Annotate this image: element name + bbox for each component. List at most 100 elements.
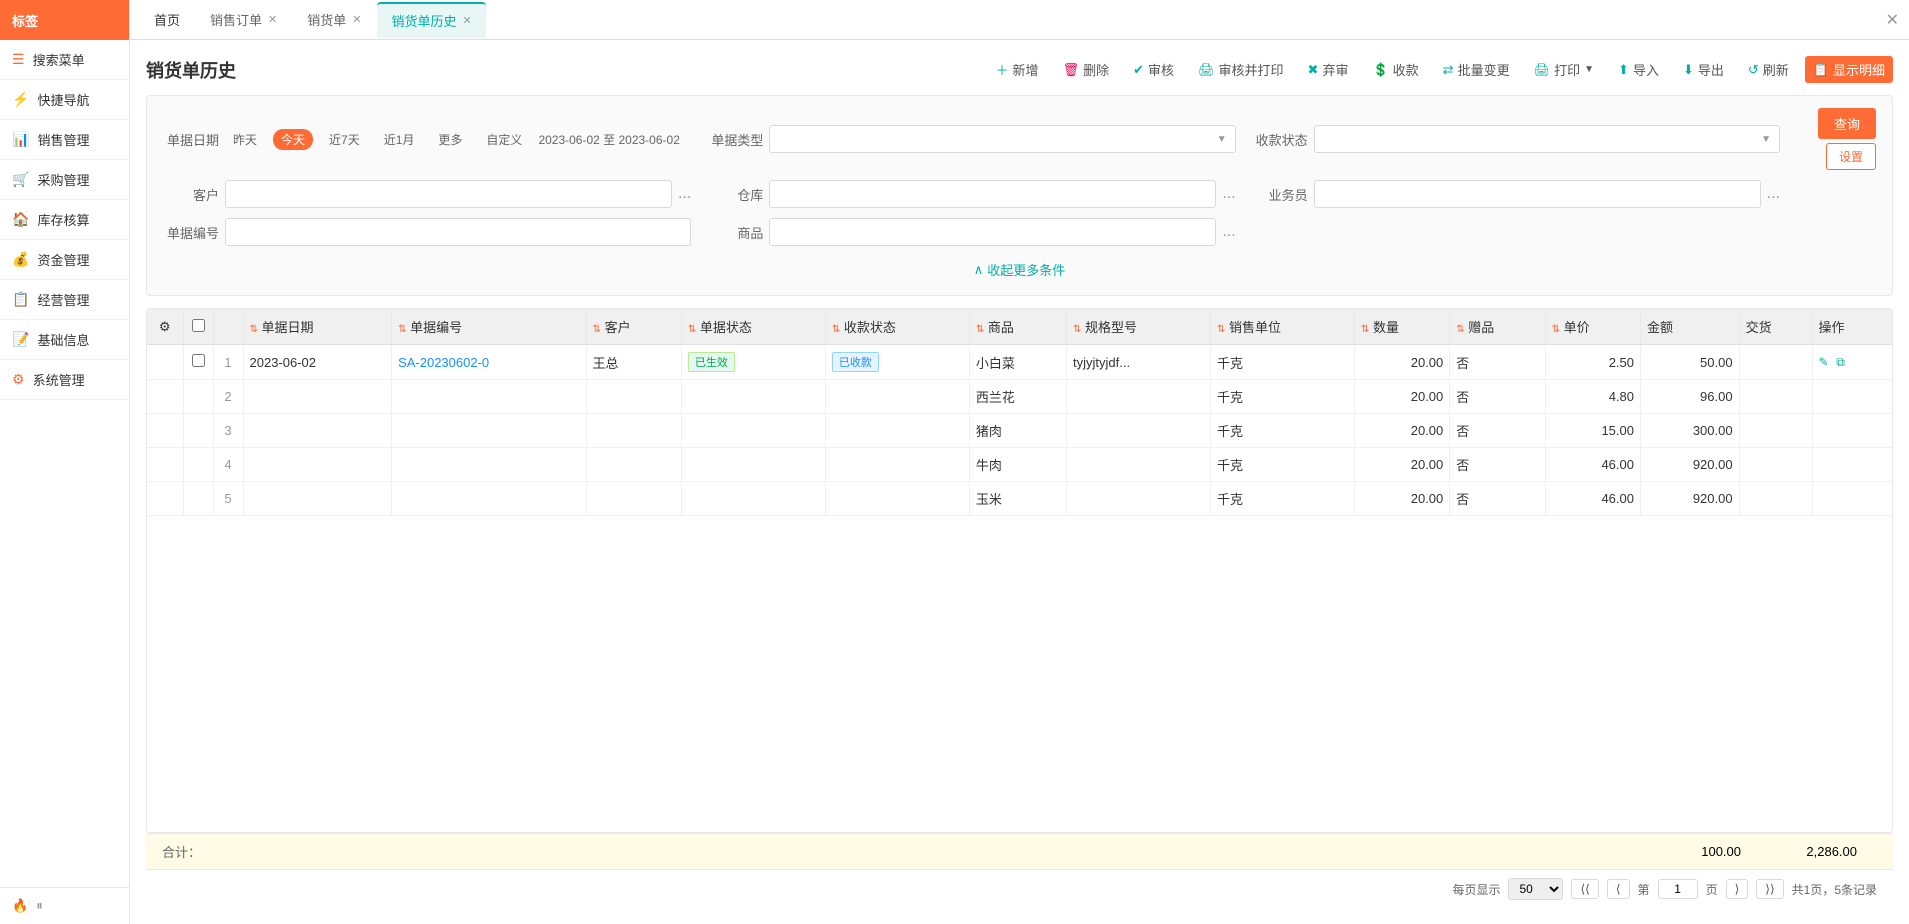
- delete-button[interactable]: 🗑 删除: [1055, 56, 1118, 83]
- cell-settings: [147, 448, 183, 482]
- discard-button[interactable]: ✖ 弃审: [1300, 56, 1357, 83]
- audit-button[interactable]: ✔ 审核: [1125, 56, 1182, 83]
- date-btn-7days[interactable]: 近7天: [321, 129, 368, 150]
- page-number-input[interactable]: [1658, 879, 1698, 899]
- close-all-tabs-button[interactable]: ✕: [1886, 10, 1899, 30]
- goods-dots-button[interactable]: ...: [1222, 224, 1235, 240]
- cell-goods: 小白菜: [969, 345, 1066, 380]
- cell-settings: [147, 380, 183, 414]
- cell-checkbox[interactable]: [183, 414, 213, 448]
- sidebar-item-purchase[interactable]: 🛒 采购管理: [0, 160, 129, 200]
- cell-checkbox[interactable]: [183, 482, 213, 516]
- sidebar-item-quick-nav[interactable]: ⚡ 快捷导航: [0, 80, 129, 120]
- th-doc-no[interactable]: ⇅ 单据编号: [392, 309, 586, 345]
- tab-sales-history-close[interactable]: ✕: [463, 14, 472, 27]
- collapse-filter-button[interactable]: ∧ 收起更多条件: [163, 256, 1876, 283]
- th-collect-status[interactable]: ⇅ 收款状态: [825, 309, 969, 345]
- sidebar-item-capital[interactable]: 💰 资金管理: [0, 240, 129, 280]
- next-page-button[interactable]: ⟩: [1726, 879, 1749, 899]
- row-checkbox[interactable]: [192, 354, 205, 367]
- th-gift[interactable]: ⇅ 赠品: [1450, 309, 1545, 345]
- date-btn-more[interactable]: 更多: [430, 129, 470, 150]
- first-page-button[interactable]: ⟨⟨: [1571, 879, 1598, 899]
- th-customer[interactable]: ⇅ 客户: [586, 309, 681, 345]
- cell-goods: 玉米: [969, 482, 1066, 516]
- cell-checkbox[interactable]: [183, 380, 213, 414]
- sidebar-item-basics[interactable]: 📝 基础信息: [0, 320, 129, 360]
- select-all-checkbox[interactable]: [192, 319, 205, 332]
- customer-dots-button[interactable]: ...: [678, 186, 691, 202]
- cell-unit: 千克: [1210, 345, 1354, 380]
- cell-no: 2: [213, 380, 243, 414]
- last-page-button[interactable]: ⟩⟩: [1756, 879, 1783, 899]
- cell-price: 15.00: [1545, 414, 1640, 448]
- audit-print-button[interactable]: 🖨 审核并打印: [1190, 56, 1292, 83]
- th-unit[interactable]: ⇅ 销售单位: [1210, 309, 1354, 345]
- show-detail-label: 显示明细: [1833, 60, 1885, 79]
- filter-customer: 客户 ...: [163, 180, 691, 208]
- sidebar-item-operations[interactable]: 📋 经营管理: [0, 280, 129, 320]
- date-btn-today[interactable]: 今天: [273, 129, 313, 150]
- sidebar-item-search-menu[interactable]: ☰ 搜索菜单: [0, 40, 129, 80]
- cell-goods: 牛肉: [969, 448, 1066, 482]
- tab-home[interactable]: 首页: [140, 2, 194, 38]
- edit-action-link[interactable]: ✎: [1819, 355, 1829, 369]
- batch-change-button[interactable]: ⇄ 批量变更: [1435, 56, 1518, 83]
- export-button[interactable]: ⬇ 导出: [1675, 56, 1732, 83]
- fire-icon[interactable]: 🔥: [12, 898, 28, 914]
- copy-action-link[interactable]: ⧉: [1836, 355, 1845, 369]
- th-doc-status[interactable]: ⇅ 单据状态: [681, 309, 825, 345]
- th-settings[interactable]: ⚙: [147, 309, 183, 345]
- th-price[interactable]: ⇅ 单价: [1545, 309, 1640, 345]
- pause-icon[interactable]: ⏸: [36, 898, 43, 914]
- refresh-button[interactable]: ↺ 刷新: [1740, 56, 1797, 83]
- cell-checkbox[interactable]: [183, 448, 213, 482]
- th-doc-date[interactable]: ⇅ 单据日期: [243, 309, 392, 345]
- date-btn-yesterday[interactable]: 昨天: [225, 129, 265, 150]
- salesperson-label: 业务员: [1252, 185, 1308, 204]
- tab-sales-goods[interactable]: 销货单 ✕: [293, 2, 375, 38]
- th-checkbox[interactable]: [183, 309, 213, 345]
- goods-input[interactable]: [769, 218, 1216, 246]
- page-content: 销货单历史 ＋ 新增 🗑 删除 ✔ 审核 🖨 审核并打印: [130, 40, 1909, 924]
- th-qty[interactable]: ⇅ 数量: [1354, 309, 1449, 345]
- collect-button[interactable]: 💲 收款: [1364, 56, 1426, 83]
- date-btn-1month[interactable]: 近1月: [376, 129, 423, 150]
- cell-doc-status: [681, 448, 825, 482]
- tab-sales-history[interactable]: 销货单历史 ✕: [377, 2, 485, 38]
- tab-sales-goods-close[interactable]: ✕: [352, 13, 361, 26]
- collect-status-select[interactable]: ▼: [1314, 125, 1780, 153]
- cell-doc-status: [681, 414, 825, 448]
- new-button[interactable]: ＋ 新增: [988, 56, 1047, 83]
- show-detail-button[interactable]: 📋 显示明细: [1805, 56, 1893, 83]
- tab-sales-order-close[interactable]: ✕: [268, 13, 277, 26]
- per-page-select[interactable]: 50 100 200: [1508, 878, 1563, 900]
- operations-icon: 📋: [12, 291, 29, 308]
- doc-no-input[interactable]: [225, 218, 691, 246]
- sidebar-item-system[interactable]: ⚙ 系统管理: [0, 360, 129, 400]
- cell-no: 4: [213, 448, 243, 482]
- sidebar-item-sales[interactable]: 📊 销售管理: [0, 120, 129, 160]
- cell-doc-date: [243, 380, 392, 414]
- warehouse-dots-button[interactable]: ...: [1222, 186, 1235, 202]
- cell-checkbox[interactable]: [183, 345, 213, 380]
- query-button[interactable]: 查询: [1818, 108, 1876, 139]
- sidebar-item-inventory[interactable]: 🏠 库存核算: [0, 200, 129, 240]
- salesperson-dots-button[interactable]: ...: [1767, 186, 1780, 202]
- prev-page-button[interactable]: ⟨: [1607, 879, 1630, 899]
- salesperson-input[interactable]: [1314, 180, 1761, 208]
- date-btn-custom[interactable]: 自定义: [478, 129, 530, 150]
- set-button[interactable]: 设置: [1826, 143, 1876, 170]
- print-button[interactable]: 🖨 打印 ▼: [1526, 56, 1602, 83]
- customer-input[interactable]: [225, 180, 672, 208]
- import-button[interactable]: ⬆ 导入: [1610, 56, 1667, 83]
- page-header: 销货单历史 ＋ 新增 🗑 删除 ✔ 审核 🖨 审核并打印: [146, 56, 1893, 83]
- tab-sales-order[interactable]: 销售订单 ✕: [196, 2, 291, 38]
- doc-type-arrow: ▼: [1217, 134, 1227, 145]
- th-spec[interactable]: ⇅ 规格型号: [1067, 309, 1211, 345]
- warehouse-input[interactable]: [769, 180, 1216, 208]
- collect-label: 收款: [1393, 60, 1419, 79]
- th-goods[interactable]: ⇅ 商品: [969, 309, 1066, 345]
- doc-type-select[interactable]: ▼: [769, 125, 1235, 153]
- th-no: [213, 309, 243, 345]
